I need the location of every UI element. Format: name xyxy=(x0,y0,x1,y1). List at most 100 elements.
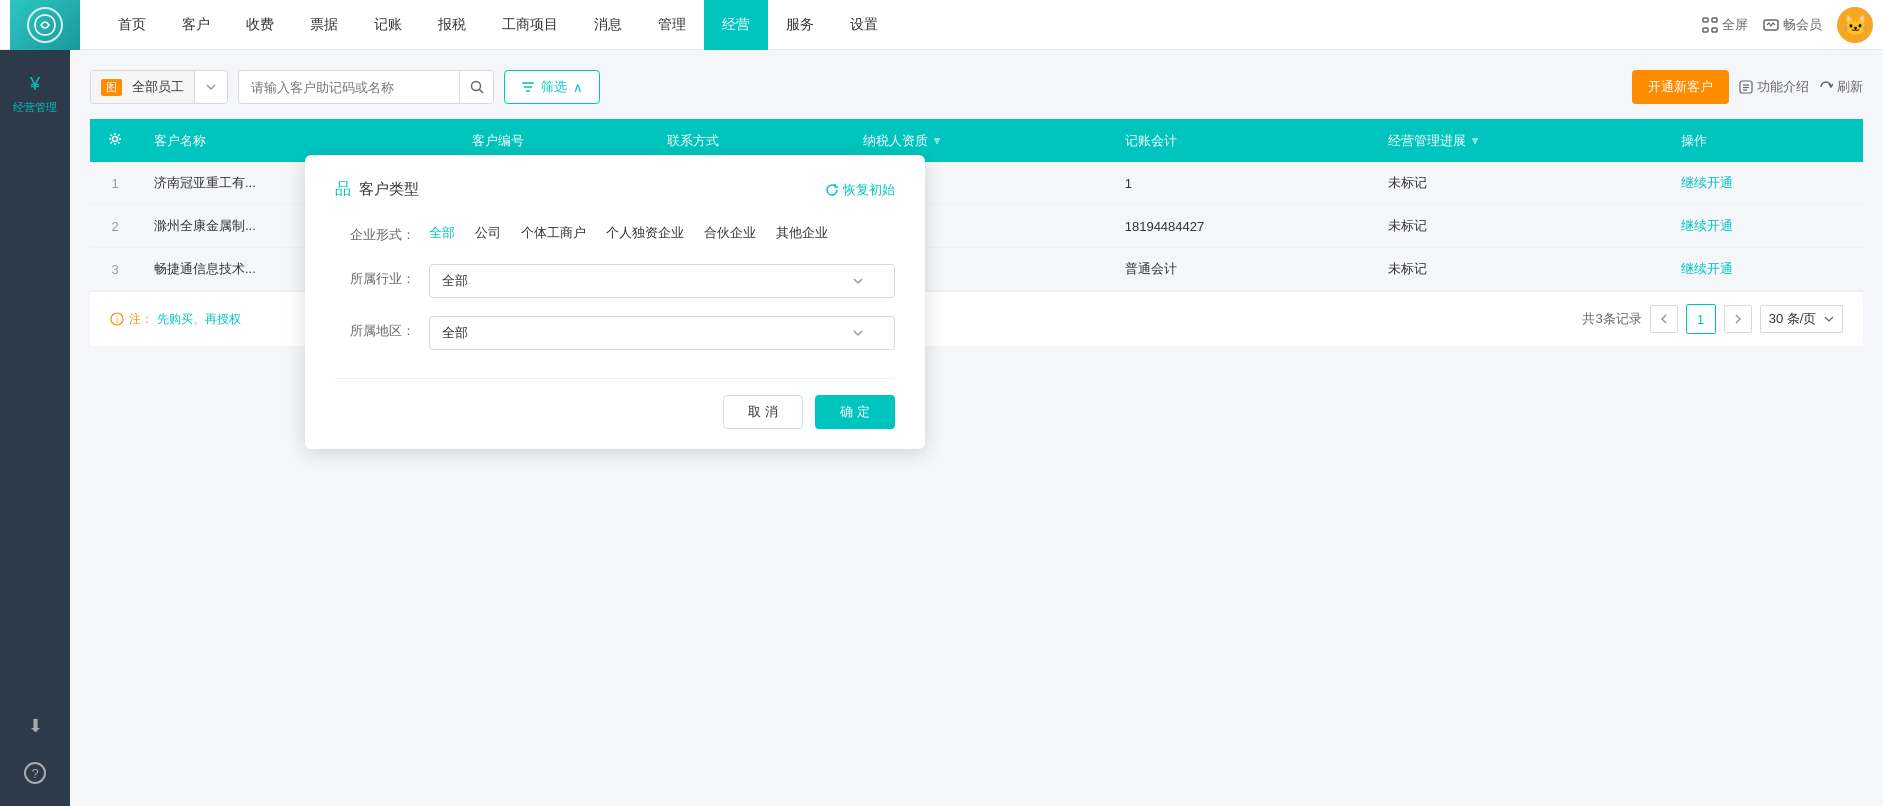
popover-title-text: 客户类型 xyxy=(359,180,419,199)
region-select-wrapper: 全部 xyxy=(429,316,895,350)
filter-button[interactable]: 筛选 ∧ xyxy=(504,70,600,104)
search-box xyxy=(238,70,494,104)
refresh-icon xyxy=(1819,80,1833,94)
vip-label: 畅会员 xyxy=(1783,16,1822,34)
industry-select-wrapper: 全部 xyxy=(429,264,895,298)
col-action: 操作 xyxy=(1667,119,1863,162)
row-index: 1 xyxy=(90,162,140,205)
industry-label: 所属行业： xyxy=(335,264,415,288)
cancel-button[interactable]: 取 消 xyxy=(723,395,803,429)
continue-open-button[interactable]: 继续开通 xyxy=(1681,217,1733,235)
toolbar-right: 开通新客户 功能介绍 刷新 xyxy=(1632,70,1863,104)
logo-icon xyxy=(27,7,63,43)
filter-progress-icon xyxy=(1470,136,1480,146)
reset-icon xyxy=(825,183,839,197)
option-company[interactable]: 公司 xyxy=(475,220,501,246)
employee-label: 全部员工 xyxy=(132,78,184,96)
nav-manage[interactable]: 管理 xyxy=(640,0,704,50)
popover-footer: 取 消 确 定 xyxy=(335,378,895,429)
employee-dropdown-arrow[interactable] xyxy=(195,71,227,103)
page-size-select[interactable]: 30 条/页 xyxy=(1760,305,1843,333)
row-action: 继续开通 xyxy=(1667,162,1863,205)
search-button[interactable] xyxy=(459,70,493,104)
top-navigation: 首页 客户 收费 票据 记账 报税 工商项目 消息 管理 经营 服务 设置 全屏 xyxy=(0,0,1883,50)
open-customer-button[interactable]: 开通新客户 xyxy=(1632,70,1729,104)
nav-billing[interactable]: 收费 xyxy=(228,0,292,50)
col-accountant: 记账会计 xyxy=(1111,119,1374,162)
employee-select[interactable]: 图 全部员工 xyxy=(90,70,228,104)
prev-page-button[interactable] xyxy=(1650,305,1678,333)
svg-rect-2 xyxy=(1703,28,1708,32)
nav-settings[interactable]: 设置 xyxy=(832,0,896,50)
nav-operation[interactable]: 经营 xyxy=(704,0,768,50)
region-label: 所属地区： xyxy=(335,316,415,340)
industry-dropdown[interactable]: 全部 xyxy=(429,264,895,298)
option-all[interactable]: 全部 xyxy=(429,220,455,246)
info-icon: i xyxy=(110,312,124,326)
search-icon xyxy=(469,79,485,95)
page-note: i 注： 先购买、再授权 xyxy=(110,311,241,328)
svg-rect-0 xyxy=(1703,18,1708,22)
option-sole[interactable]: 个人独资企业 xyxy=(606,220,684,246)
region-dropdown[interactable]: 全部 xyxy=(429,316,895,350)
employee-tag: 图 xyxy=(101,79,122,96)
row-progress: 未标记 xyxy=(1374,248,1668,291)
enterprise-form-label: 企业形式： xyxy=(335,220,415,244)
row-index: 3 xyxy=(90,248,140,291)
fullscreen-button[interactable]: 全屏 xyxy=(1702,16,1748,34)
option-other[interactable]: 其他企业 xyxy=(776,220,828,246)
sidebar-item-download[interactable]: ⬇ xyxy=(0,702,70,750)
continue-open-button[interactable]: 继续开通 xyxy=(1681,174,1733,192)
nav-message[interactable]: 消息 xyxy=(576,0,640,50)
current-page[interactable]: 1 xyxy=(1686,304,1716,334)
download-icon: ⬇ xyxy=(23,714,47,738)
col-settings[interactable] xyxy=(90,119,140,162)
col-progress[interactable]: 经营管理进展 xyxy=(1374,119,1668,162)
feature-intro-action[interactable]: 功能介绍 xyxy=(1739,78,1809,96)
enterprise-options: 全部 公司 个体工商户 个人独资企业 合伙企业 其他企业 xyxy=(429,220,895,246)
search-input[interactable] xyxy=(239,80,459,95)
nav-tax[interactable]: 报税 xyxy=(420,0,484,50)
filter-arrow: ∧ xyxy=(573,80,583,95)
toolbar: 图 全部员工 筛选 ∧ xyxy=(90,70,1863,104)
nav-invoice[interactable]: 票据 xyxy=(292,0,356,50)
reset-button[interactable]: 恢复初始 xyxy=(825,181,895,199)
nav-service[interactable]: 服务 xyxy=(768,0,832,50)
continue-open-button[interactable]: 继续开通 xyxy=(1681,260,1733,278)
row-accountant: 普通会计 xyxy=(1111,248,1374,291)
row-progress: 未标记 xyxy=(1374,205,1668,248)
nav-home[interactable]: 首页 xyxy=(100,0,164,50)
refresh-action[interactable]: 刷新 xyxy=(1819,78,1863,96)
page-size-label: 30 条/页 xyxy=(1769,311,1817,326)
sidebar-item-operation[interactable]: ¥ 经营管理 xyxy=(0,60,70,127)
chevron-right-icon xyxy=(1734,313,1742,325)
note-prefix: 注： xyxy=(129,312,153,326)
nav-items: 首页 客户 收费 票据 记账 报税 工商项目 消息 管理 经营 服务 设置 xyxy=(80,0,1702,50)
logo xyxy=(10,0,80,50)
page-size-arrow xyxy=(1824,315,1834,323)
region-form-row: 所属地区： 全部 xyxy=(335,316,895,350)
avatar[interactable]: 🐱 xyxy=(1837,7,1873,43)
confirm-button[interactable]: 确 定 xyxy=(815,395,895,429)
enterprise-form-row: 企业形式： 全部 公司 个体工商户 个人独资企业 合伙企业 其他企业 xyxy=(335,220,895,246)
nav-business[interactable]: 工商项目 xyxy=(484,0,576,50)
nav-customer[interactable]: 客户 xyxy=(164,0,228,50)
vip-button[interactable]: 畅会员 xyxy=(1763,16,1822,34)
region-dropdown-arrow xyxy=(852,328,864,338)
nav-right: 全屏 畅会员 🐱 xyxy=(1702,7,1873,43)
option-partner[interactable]: 合伙企业 xyxy=(704,220,756,246)
nav-accounting[interactable]: 记账 xyxy=(356,0,420,50)
svg-rect-3 xyxy=(1712,28,1717,32)
option-individual[interactable]: 个体工商户 xyxy=(521,220,586,246)
svg-rect-1 xyxy=(1712,18,1717,22)
popover-header: 品 客户类型 恢复初始 xyxy=(335,179,895,200)
help-icon: ? xyxy=(24,762,46,784)
svg-point-10 xyxy=(113,137,118,142)
sidebar-item-help[interactable]: ? xyxy=(0,750,70,796)
chevron-left-icon xyxy=(1660,313,1668,325)
filter-taxpayer-icon xyxy=(932,136,942,146)
filter-popover: 品 客户类型 恢复初始 企业形式： 全部 公司 个体工商户 个人独资企业 xyxy=(305,155,925,449)
next-page-button[interactable] xyxy=(1724,305,1752,333)
sidebar: ¥ 经营管理 ⬇ ? xyxy=(0,50,70,806)
feature-intro-label: 功能介绍 xyxy=(1757,78,1809,96)
